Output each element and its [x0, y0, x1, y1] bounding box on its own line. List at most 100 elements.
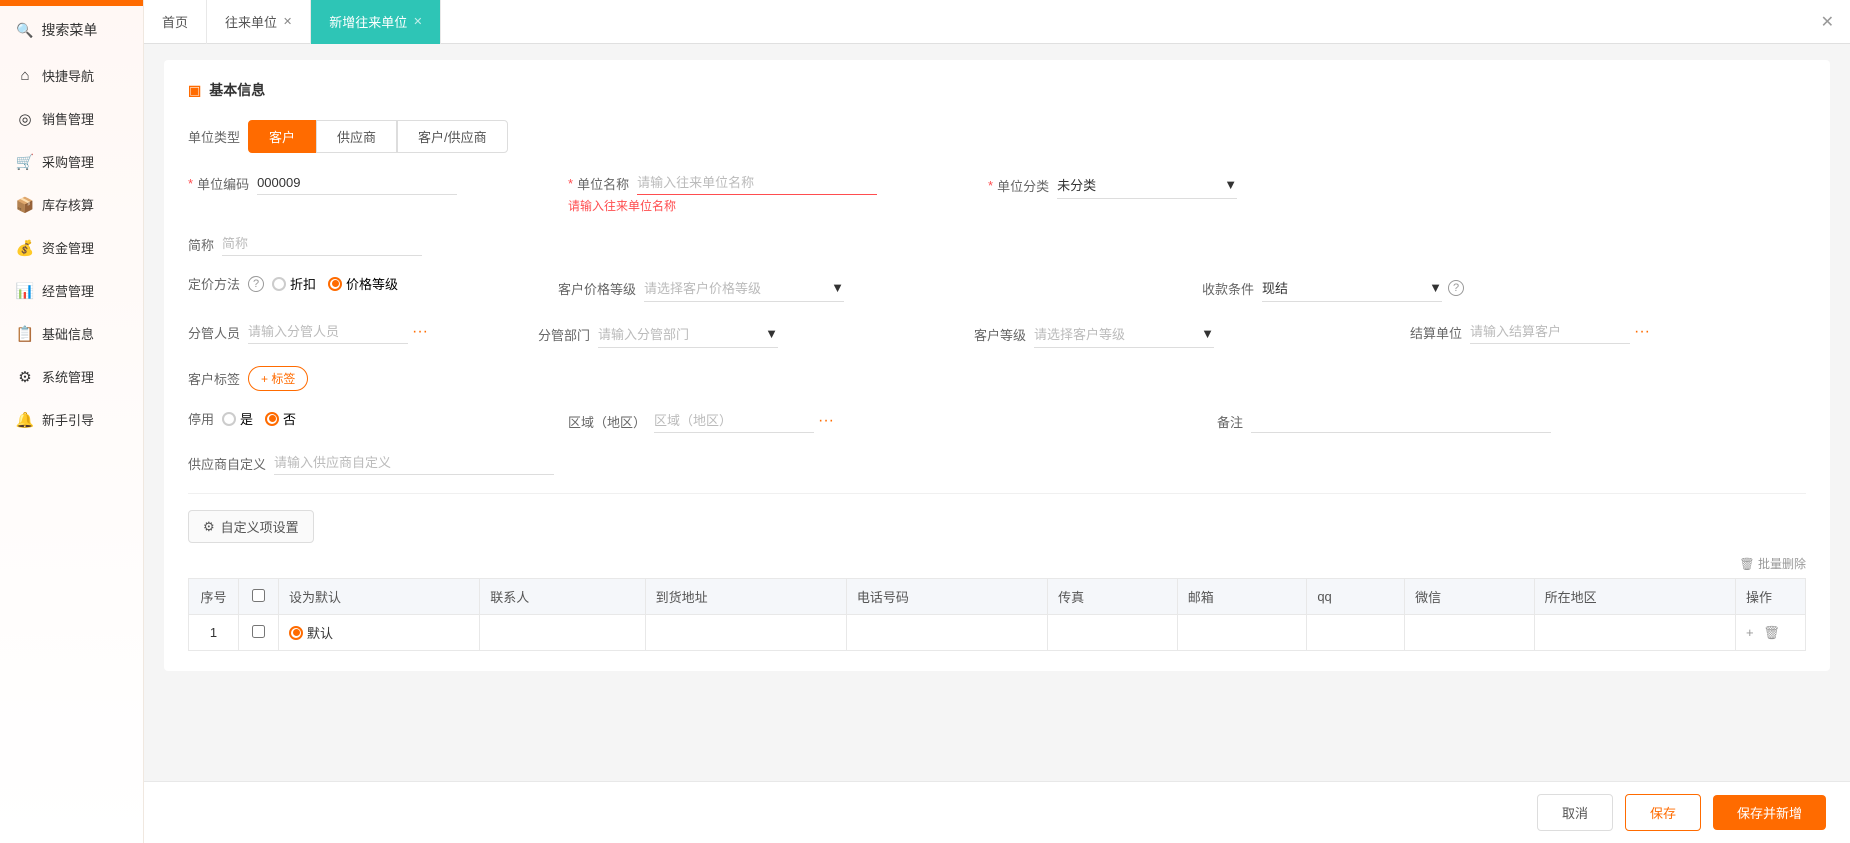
type-btn-customer[interactable]: 客户: [248, 120, 316, 153]
unit-type-row: 单位类型 客户 供应商 客户/供应商: [188, 120, 1806, 153]
cell-contact: [480, 615, 645, 651]
cell-region: [1534, 615, 1735, 651]
sidebar-item-sales[interactable]: ◎ 销售管理: [0, 97, 143, 140]
tab-home[interactable]: 首页: [144, 0, 207, 44]
supervisor-field: 分管人员 ···: [188, 320, 508, 344]
sidebar-item-label: 采购管理: [42, 152, 94, 171]
finance-icon: 💰: [16, 239, 34, 257]
supervisor-more-btn[interactable]: ···: [408, 323, 432, 341]
tab-bar-close[interactable]: ✕: [1805, 12, 1850, 32]
type-btn-both[interactable]: 客户/供应商: [397, 120, 508, 153]
tab-new-partner-label: 新增往来单位: [329, 12, 407, 31]
pricing-grade-circle: [328, 277, 342, 291]
settlement-unit-field: 结算单位 ···: [1410, 320, 1806, 344]
col-contact: 联系人: [480, 579, 645, 615]
sidebar-item-label: 基础信息: [42, 324, 94, 343]
disable-no-circle: [265, 412, 279, 426]
settlement-unit-input[interactable]: [1470, 320, 1630, 344]
tab-new-partner-close[interactable]: ✕: [413, 15, 422, 28]
sidebar-item-finance[interactable]: 💰 资金管理: [0, 226, 143, 269]
unit-code-required: *: [188, 176, 193, 191]
disable-yes-radio[interactable]: 是: [222, 409, 253, 428]
custom-settings-label: 自定义项设置: [221, 517, 299, 536]
cell-phone: [846, 615, 1047, 651]
customer-level-select[interactable]: 请选择客户等级 ▼: [1034, 320, 1214, 348]
section-title: ▣ 基本信息: [188, 80, 1806, 100]
short-name-input[interactable]: [222, 232, 422, 256]
tab-partners-close[interactable]: ✕: [283, 15, 292, 28]
add-tag-button[interactable]: + 标签: [248, 366, 308, 391]
save-new-button[interactable]: 保存并新增: [1713, 795, 1826, 830]
payment-terms-help[interactable]: ?: [1448, 280, 1464, 296]
pricing-discount-label: 折扣: [290, 274, 316, 293]
section-divider: [188, 493, 1806, 494]
default-radio[interactable]: 默认: [289, 623, 469, 642]
supervisor-input[interactable]: [248, 320, 408, 344]
sidebar-item-inventory[interactable]: 📦 库存核算: [0, 183, 143, 226]
unit-type-field: 单位类型 客户 供应商 客户/供应商: [188, 120, 1806, 153]
cancel-button[interactable]: 取消: [1537, 794, 1613, 831]
pricing-grade-radio[interactable]: 价格等级: [328, 274, 398, 293]
sidebar-item-system[interactable]: ⚙ 系统管理: [0, 355, 143, 398]
sidebar-item-label: 快捷导航: [42, 66, 94, 85]
tab-new-partner[interactable]: 新增往来单位 ✕: [311, 0, 441, 44]
custom-settings-button[interactable]: ⚙ 自定义项设置: [188, 510, 314, 543]
cell-qq: [1307, 615, 1405, 651]
unit-code-input[interactable]: [257, 171, 457, 195]
settlement-unit-label: 结算单位: [1410, 323, 1462, 342]
unit-name-input[interactable]: [637, 171, 877, 195]
unit-category-value: 未分类: [1057, 175, 1096, 194]
unit-category-select[interactable]: 未分类 ▼: [1057, 171, 1237, 199]
supervisor-label: 分管人员: [188, 323, 240, 342]
region-field: 区域（地区） ···: [568, 409, 1157, 433]
sidebar-item-label: 销售管理: [42, 109, 94, 128]
tab-home-label: 首页: [162, 12, 188, 31]
disable-no-radio[interactable]: 否: [265, 409, 296, 428]
type-btn-supplier[interactable]: 供应商: [316, 120, 397, 153]
sidebar-search[interactable]: 🔍 搜索菜单: [0, 6, 143, 54]
customer-level-placeholder: 请选择客户等级: [1034, 324, 1125, 343]
row-delete-btn[interactable]: 🗑: [1763, 625, 1780, 640]
payment-terms-select[interactable]: 现结 ▼: [1262, 274, 1442, 302]
sidebar-item-label: 新手引导: [42, 410, 94, 429]
unit-name-required: *: [568, 176, 573, 191]
customer-tag-label: 客户标签: [188, 369, 240, 388]
supplier-custom-input[interactable]: [274, 451, 554, 475]
sidebar-item-label: 系统管理: [42, 367, 94, 386]
disable-yes-circle: [222, 412, 236, 426]
section-title-text: 基本信息: [209, 80, 265, 100]
row-add-btn[interactable]: +: [1746, 625, 1754, 640]
sidebar-item-guide[interactable]: 🔔 新手引导: [0, 398, 143, 441]
unit-code-name-row: * 单位编码 * 单位名称 请输入往来单位名称 * 单位分类: [188, 171, 1806, 214]
short-name-field: 简称: [188, 232, 1806, 256]
disable-yes-label: 是: [240, 409, 253, 428]
remark-input[interactable]: [1251, 409, 1551, 433]
sidebar-item-operations[interactable]: 📊 经营管理: [0, 269, 143, 312]
region-more-btn[interactable]: ···: [814, 412, 838, 430]
table-select-all[interactable]: [252, 589, 265, 602]
content-area: ▣ 基本信息 单位类型 客户 供应商 客户/供应商 * 单位编码: [144, 44, 1850, 781]
department-field: 分管部门 请输入分管部门 ▼: [538, 320, 934, 348]
payment-terms-field: 收款条件 现结 ▼ ?: [1202, 274, 1806, 302]
pricing-method-help[interactable]: ?: [248, 276, 264, 292]
row-checkbox[interactable]: [252, 625, 265, 638]
search-icon: 🔍: [16, 22, 33, 39]
sidebar-item-quick-nav[interactable]: ⌂ 快捷导航: [0, 54, 143, 97]
cell-default: 默认: [279, 615, 480, 651]
batch-delete-btn[interactable]: 🗑 批量删除: [188, 555, 1806, 572]
sidebar-search-label: 搜索菜单: [41, 20, 97, 40]
customer-price-level-select[interactable]: 请选择客户价格等级 ▼: [644, 274, 844, 302]
pricing-method-label: 定价方法: [188, 274, 240, 293]
tab-partners[interactable]: 往来单位 ✕: [207, 0, 311, 44]
department-select[interactable]: 请输入分管部门 ▼: [598, 320, 778, 348]
supervisor-row: 分管人员 ··· 分管部门 请输入分管部门 ▼ 客户等级 请选择客户等级 ▼: [188, 320, 1806, 348]
pricing-method-field: 定价方法 ? 折扣 价格等级: [188, 274, 528, 293]
region-input[interactable]: [654, 409, 814, 433]
cell-seq: 1: [189, 615, 239, 651]
save-button[interactable]: 保存: [1625, 794, 1701, 831]
sidebar-item-purchase[interactable]: 🛒 采购管理: [0, 140, 143, 183]
settlement-unit-more-btn[interactable]: ···: [1630, 323, 1654, 341]
col-qq: qq: [1307, 579, 1405, 615]
pricing-discount-radio[interactable]: 折扣: [272, 274, 316, 293]
sidebar-item-basic-info[interactable]: 📋 基础信息: [0, 312, 143, 355]
